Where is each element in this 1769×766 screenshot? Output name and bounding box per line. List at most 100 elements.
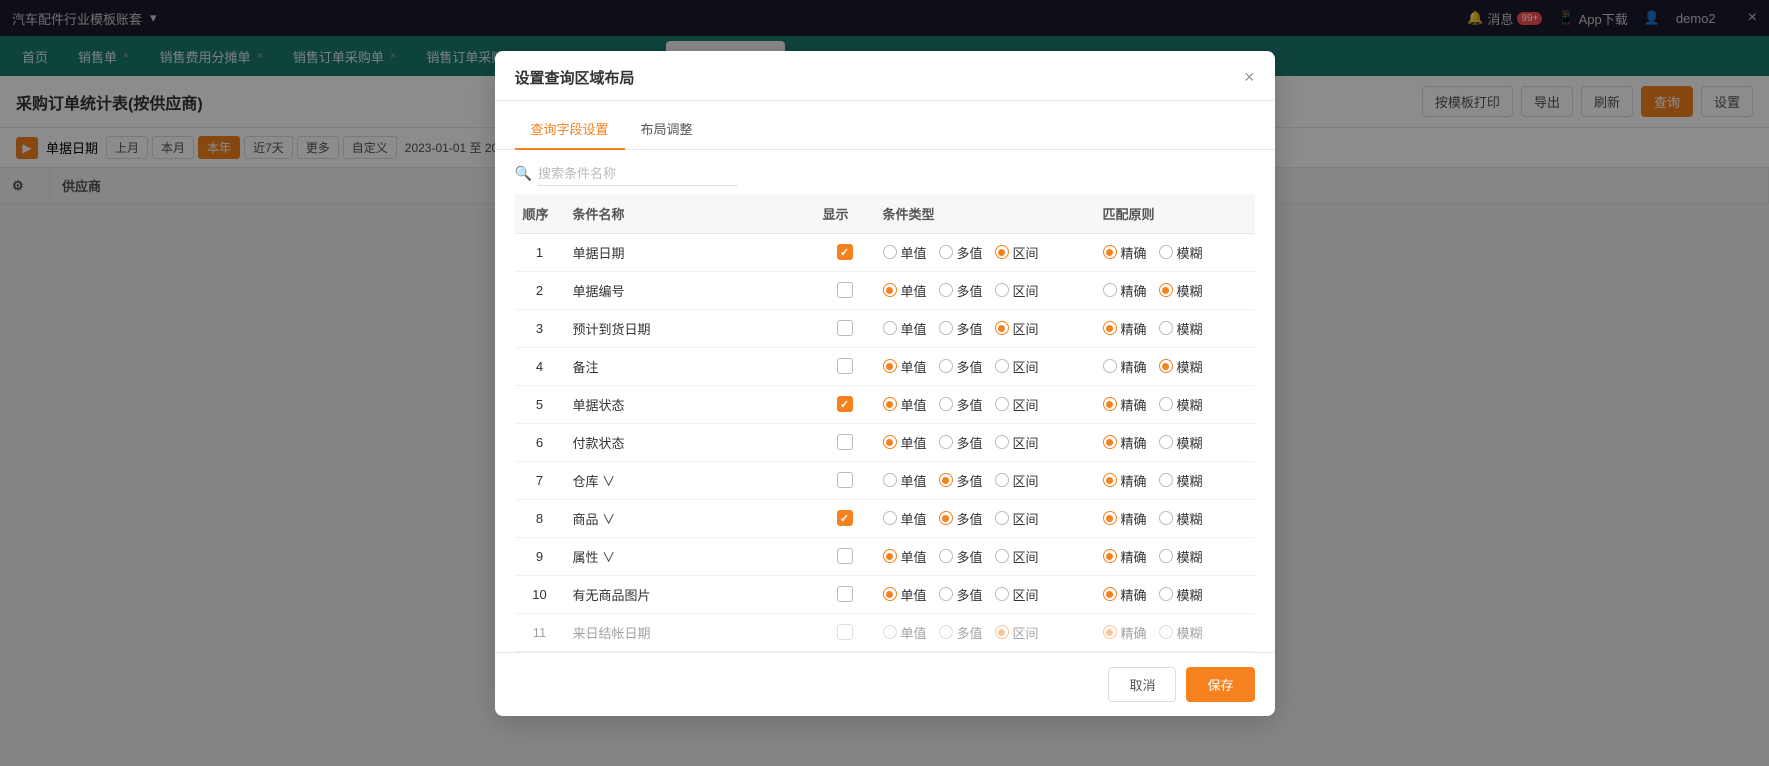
cell-show[interactable]: [815, 385, 875, 423]
match-radio-item[interactable]: 精确: [1103, 509, 1147, 528]
radio-circle[interactable]: [939, 549, 953, 563]
match-radio-item[interactable]: 精确: [1103, 471, 1147, 490]
match-radio-circle[interactable]: [1159, 245, 1173, 259]
match-radio-item[interactable]: 模糊: [1159, 281, 1203, 300]
match-radio-circle[interactable]: [1103, 473, 1117, 487]
modal-close-button[interactable]: ×: [1244, 68, 1255, 86]
match-radio-circle[interactable]: [1103, 587, 1117, 601]
radio-circle[interactable]: [939, 435, 953, 449]
type-radio-item[interactable]: 单值: [883, 509, 927, 528]
match-radio-circle[interactable]: [1103, 435, 1117, 449]
type-radio-item[interactable]: 单值: [883, 357, 927, 376]
radio-circle[interactable]: [995, 397, 1009, 411]
show-checkbox[interactable]: [837, 586, 853, 602]
show-checkbox[interactable]: [837, 548, 853, 564]
radio-circle[interactable]: [939, 397, 953, 411]
cell-show[interactable]: [815, 537, 875, 575]
show-checkbox[interactable]: [837, 434, 853, 450]
radio-circle[interactable]: [939, 587, 953, 601]
type-radio-item[interactable]: 区间: [995, 357, 1039, 376]
type-radio-item[interactable]: 单值: [883, 471, 927, 490]
cell-show[interactable]: [815, 309, 875, 347]
type-radio-item[interactable]: 多值: [939, 509, 983, 528]
match-radio-item[interactable]: 精确: [1103, 319, 1147, 338]
radio-circle[interactable]: [995, 511, 1009, 525]
type-radio-item[interactable]: 多值: [939, 395, 983, 414]
type-radio-item[interactable]: 区间: [995, 509, 1039, 528]
show-checkbox[interactable]: [837, 282, 853, 298]
match-radio-item[interactable]: 模糊: [1159, 585, 1203, 604]
type-radio-item[interactable]: 单值: [883, 243, 927, 262]
radio-circle[interactable]: [995, 435, 1009, 449]
type-radio-item[interactable]: 多值: [939, 471, 983, 490]
type-radio-item[interactable]: 单值: [883, 547, 927, 566]
radio-circle[interactable]: [995, 587, 1009, 601]
save-button[interactable]: 保存: [1186, 667, 1254, 702]
radio-circle[interactable]: [883, 473, 897, 487]
tab-query-fields[interactable]: 查询字段设置: [515, 113, 625, 150]
cell-show[interactable]: [815, 613, 875, 651]
type-radio-item[interactable]: 单值: [883, 319, 927, 338]
match-radio-item[interactable]: 模糊: [1159, 471, 1203, 490]
radio-circle[interactable]: [995, 321, 1009, 335]
match-radio-item[interactable]: 模糊: [1159, 509, 1203, 528]
match-radio-circle[interactable]: [1103, 549, 1117, 563]
type-radio-item[interactable]: 多值: [939, 585, 983, 604]
type-radio-item[interactable]: 多值: [939, 357, 983, 376]
cell-show[interactable]: [815, 423, 875, 461]
type-radio-item[interactable]: 区间: [995, 623, 1039, 642]
search-input[interactable]: [538, 162, 738, 186]
radio-circle[interactable]: [995, 625, 1009, 639]
cell-show[interactable]: [815, 271, 875, 309]
cell-show[interactable]: [815, 461, 875, 499]
type-radio-item[interactable]: 单值: [883, 281, 927, 300]
type-radio-item[interactable]: 多值: [939, 319, 983, 338]
match-radio-item[interactable]: 模糊: [1159, 395, 1203, 414]
match-radio-circle[interactable]: [1159, 397, 1173, 411]
radio-circle[interactable]: [883, 359, 897, 373]
show-checkbox[interactable]: [837, 624, 853, 640]
match-radio-item[interactable]: 精确: [1103, 585, 1147, 604]
radio-circle[interactable]: [995, 473, 1009, 487]
match-radio-item[interactable]: 精确: [1103, 243, 1147, 262]
type-radio-item[interactable]: 单值: [883, 395, 927, 414]
radio-circle[interactable]: [939, 625, 953, 639]
cell-show[interactable]: [815, 499, 875, 537]
radio-circle[interactable]: [883, 511, 897, 525]
match-radio-circle[interactable]: [1103, 511, 1117, 525]
radio-circle[interactable]: [939, 473, 953, 487]
match-radio-circle[interactable]: [1103, 625, 1117, 639]
match-radio-item[interactable]: 精确: [1103, 281, 1147, 300]
cell-show[interactable]: [815, 347, 875, 385]
match-radio-item[interactable]: 模糊: [1159, 547, 1203, 566]
type-radio-item[interactable]: 区间: [995, 319, 1039, 338]
match-radio-item[interactable]: 精确: [1103, 623, 1147, 642]
radio-circle[interactable]: [883, 435, 897, 449]
show-checkbox[interactable]: [837, 510, 853, 526]
radio-circle[interactable]: [883, 587, 897, 601]
radio-circle[interactable]: [883, 397, 897, 411]
match-radio-circle[interactable]: [1159, 549, 1173, 563]
radio-circle[interactable]: [883, 245, 897, 259]
radio-circle[interactable]: [939, 511, 953, 525]
match-radio-circle[interactable]: [1103, 359, 1117, 373]
match-radio-circle[interactable]: [1103, 283, 1117, 297]
match-radio-item[interactable]: 精确: [1103, 395, 1147, 414]
radio-circle[interactable]: [883, 549, 897, 563]
show-checkbox[interactable]: [837, 472, 853, 488]
type-radio-item[interactable]: 区间: [995, 433, 1039, 452]
radio-circle[interactable]: [995, 549, 1009, 563]
match-radio-circle[interactable]: [1159, 473, 1173, 487]
match-radio-item[interactable]: 精确: [1103, 357, 1147, 376]
cancel-button[interactable]: 取消: [1108, 667, 1176, 702]
type-radio-item[interactable]: 多值: [939, 243, 983, 262]
type-radio-item[interactable]: 区间: [995, 471, 1039, 490]
radio-circle[interactable]: [995, 245, 1009, 259]
type-radio-item[interactable]: 区间: [995, 585, 1039, 604]
show-checkbox[interactable]: [837, 244, 853, 260]
show-checkbox[interactable]: [837, 396, 853, 412]
show-checkbox[interactable]: [837, 358, 853, 374]
type-radio-item[interactable]: 单值: [883, 585, 927, 604]
match-radio-circle[interactable]: [1159, 435, 1173, 449]
cell-show[interactable]: [815, 233, 875, 271]
